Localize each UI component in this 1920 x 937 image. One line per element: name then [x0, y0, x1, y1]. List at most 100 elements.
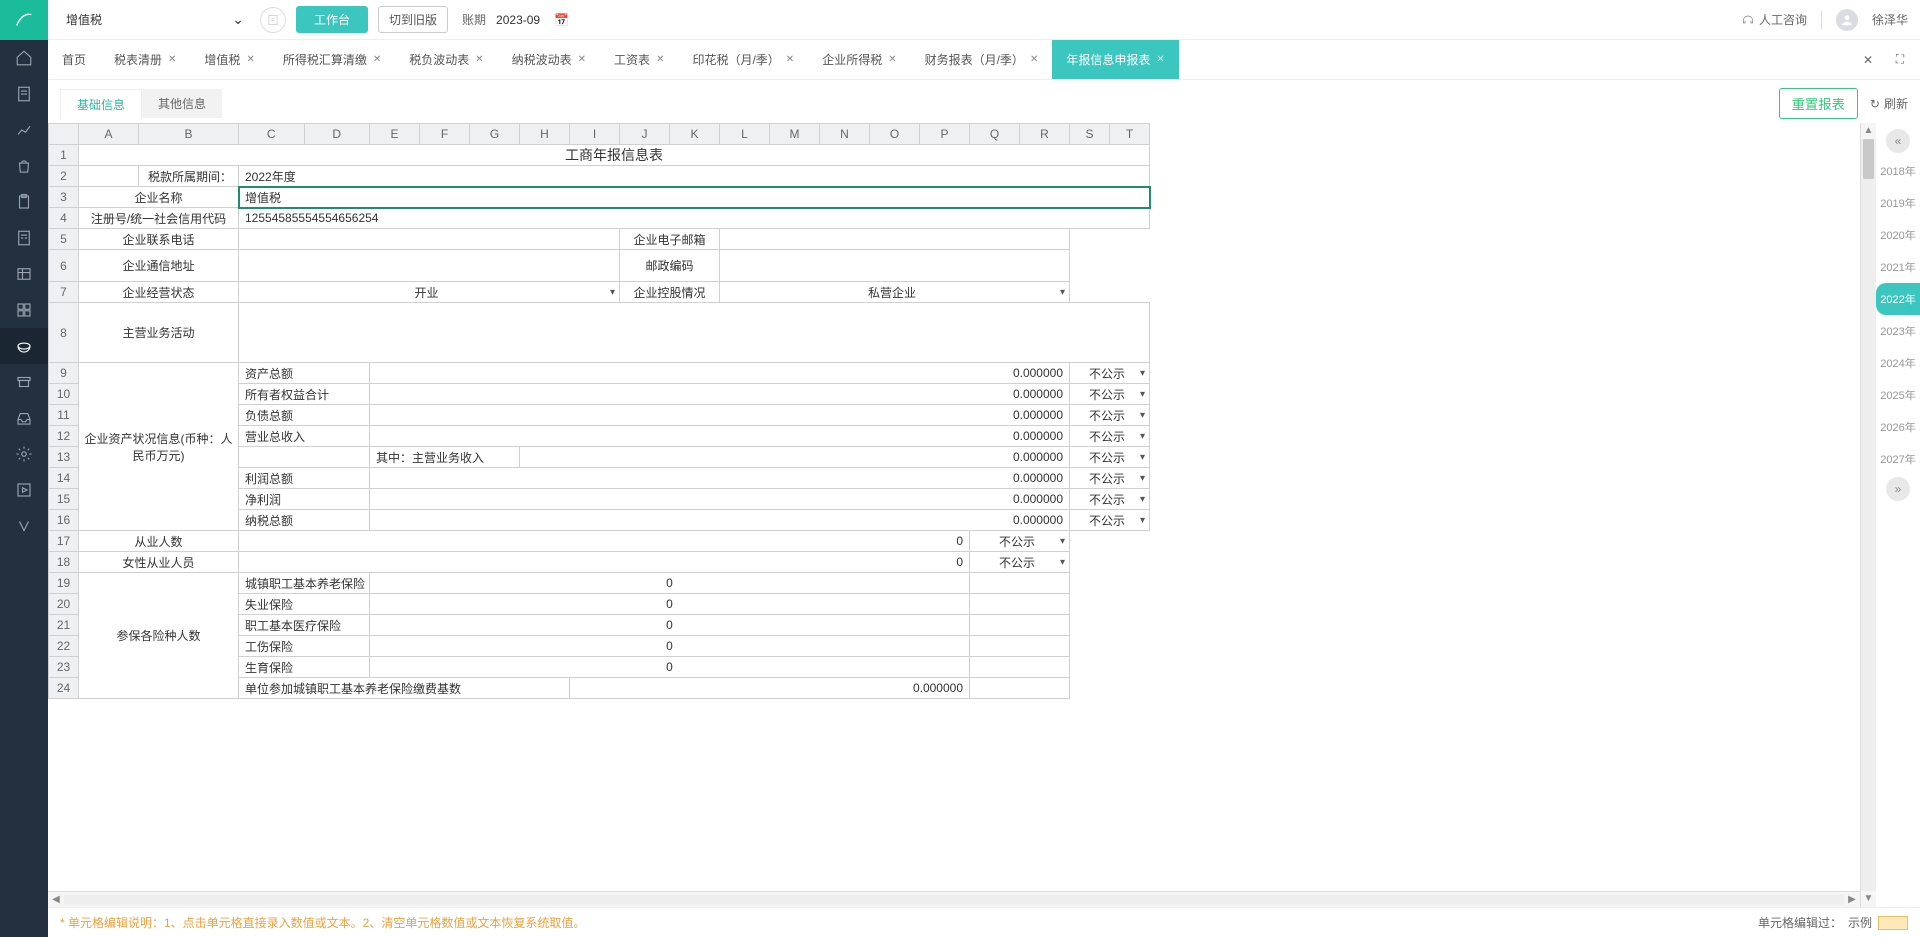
- row-18[interactable]: 18: [49, 552, 79, 573]
- row-21[interactable]: 21: [49, 615, 79, 636]
- tab-close-icon[interactable]: ✕: [246, 54, 254, 65]
- col-M[interactable]: M: [770, 124, 820, 145]
- row-23[interactable]: 23: [49, 657, 79, 678]
- tab-close-icon[interactable]: ✕: [656, 54, 664, 65]
- vertical-scrollbar[interactable]: ▲ ▼: [1860, 123, 1876, 907]
- row-1[interactable]: 1: [49, 145, 79, 166]
- scroll-down-icon[interactable]: ▼: [1861, 891, 1876, 907]
- year-2025年[interactable]: 2025年: [1876, 379, 1920, 411]
- cell-company-name[interactable]: 增值税: [239, 187, 1150, 208]
- col-C[interactable]: C: [239, 124, 305, 145]
- app-logo[interactable]: [0, 0, 48, 40]
- col-E[interactable]: E: [370, 124, 420, 145]
- fullscreen-icon[interactable]: ⛶: [1888, 48, 1912, 72]
- row-14[interactable]: 14: [49, 468, 79, 489]
- close-all-tabs[interactable]: ✕: [1856, 48, 1880, 72]
- row-3[interactable]: 3: [49, 187, 79, 208]
- company-select[interactable]: 增值税 ⌄: [60, 11, 250, 28]
- scroll-up-icon[interactable]: ▲: [1861, 123, 1876, 139]
- col-F[interactable]: F: [420, 124, 470, 145]
- tab-close-icon[interactable]: ✕: [373, 54, 381, 65]
- spreadsheet[interactable]: ABCDEFGHIJKLMNOPQRST1工商年报信息表2税款所属期间：2022…: [48, 123, 1150, 699]
- year-2018年[interactable]: 2018年: [1876, 155, 1920, 187]
- col-N[interactable]: N: [820, 124, 870, 145]
- year-2021年[interactable]: 2021年: [1876, 251, 1920, 283]
- row-24[interactable]: 24: [49, 678, 79, 699]
- row-12[interactable]: 12: [49, 426, 79, 447]
- tab-印花税（月/季）[interactable]: 印花税（月/季）✕: [678, 40, 808, 79]
- year-2022年[interactable]: 2022年: [1876, 283, 1920, 315]
- tab-首页[interactable]: 首页: [48, 40, 100, 79]
- switch-old-button[interactable]: 切到旧版: [378, 6, 448, 33]
- row-15[interactable]: 15: [49, 489, 79, 510]
- nav-home-icon[interactable]: [0, 40, 48, 76]
- row-8[interactable]: 8: [49, 303, 79, 363]
- tab-工资表[interactable]: 工资表✕: [600, 40, 678, 79]
- year-next-icon[interactable]: »: [1886, 477, 1910, 501]
- nav-table-icon[interactable]: [0, 256, 48, 292]
- subtab-other[interactable]: 其他信息: [142, 89, 222, 118]
- tab-财务报表（月/季）[interactable]: 财务报表（月/季）✕: [911, 40, 1053, 79]
- tab-close-icon[interactable]: ✕: [786, 54, 794, 65]
- year-2024年[interactable]: 2024年: [1876, 347, 1920, 379]
- row-9[interactable]: 9: [49, 363, 79, 384]
- col-R[interactable]: R: [1020, 124, 1070, 145]
- row-6[interactable]: 6: [49, 250, 79, 282]
- row-11[interactable]: 11: [49, 405, 79, 426]
- row-13[interactable]: 13: [49, 447, 79, 468]
- col-H[interactable]: H: [520, 124, 570, 145]
- row-16[interactable]: 16: [49, 510, 79, 531]
- row-4[interactable]: 4: [49, 208, 79, 229]
- col-P[interactable]: P: [920, 124, 970, 145]
- tab-所得税汇算清缴[interactable]: 所得税汇算清缴✕: [269, 40, 395, 79]
- tab-增值税[interactable]: 增值税✕: [190, 40, 268, 79]
- col-S[interactable]: S: [1070, 124, 1110, 145]
- nav-v-icon[interactable]: [0, 508, 48, 544]
- col-A[interactable]: A: [79, 124, 139, 145]
- nav-calc-icon[interactable]: [0, 220, 48, 256]
- row-22[interactable]: 22: [49, 636, 79, 657]
- col-B[interactable]: B: [139, 124, 239, 145]
- reset-report-button[interactable]: 重置报表: [1779, 88, 1858, 119]
- period-value[interactable]: 2023-09: [496, 13, 540, 27]
- username[interactable]: 徐泽华: [1872, 11, 1908, 28]
- nav-inbox-icon[interactable]: [0, 400, 48, 436]
- nav-doc-icon[interactable]: [0, 76, 48, 112]
- col-I[interactable]: I: [570, 124, 620, 145]
- row-2[interactable]: 2: [49, 166, 79, 187]
- tab-close-icon[interactable]: ✕: [1030, 54, 1038, 65]
- tab-企业所得税[interactable]: 企业所得税✕: [808, 40, 910, 79]
- row-20[interactable]: 20: [49, 594, 79, 615]
- row-7[interactable]: 7: [49, 282, 79, 303]
- scroll-right-icon[interactable]: ▶: [1844, 894, 1860, 905]
- year-2019年[interactable]: 2019年: [1876, 187, 1920, 219]
- col-K[interactable]: K: [670, 124, 720, 145]
- nav-bag-icon[interactable]: [0, 148, 48, 184]
- tab-close-icon[interactable]: ✕: [888, 54, 896, 65]
- nav-bowl-icon[interactable]: [0, 328, 48, 364]
- nav-play-icon[interactable]: [0, 472, 48, 508]
- calendar-icon[interactable]: 📅: [554, 13, 569, 27]
- year-2023年[interactable]: 2023年: [1876, 315, 1920, 347]
- nav-clipboard-icon[interactable]: [0, 184, 48, 220]
- row-19[interactable]: 19: [49, 573, 79, 594]
- year-prev-icon[interactable]: «: [1886, 129, 1910, 153]
- tab-年报信息申报表[interactable]: 年报信息申报表✕: [1052, 40, 1178, 79]
- year-2027年[interactable]: 2027年: [1876, 443, 1920, 475]
- nav-archive-icon[interactable]: [0, 364, 48, 400]
- col-O[interactable]: O: [870, 124, 920, 145]
- row-5[interactable]: 5: [49, 229, 79, 250]
- tab-税表清册[interactable]: 税表清册✕: [100, 40, 190, 79]
- tab-close-icon[interactable]: ✕: [578, 54, 586, 65]
- nav-settings-icon[interactable]: [0, 436, 48, 472]
- col-T[interactable]: T: [1110, 124, 1150, 145]
- col-L[interactable]: L: [720, 124, 770, 145]
- note-icon-button[interactable]: [260, 7, 286, 33]
- row-17[interactable]: 17: [49, 531, 79, 552]
- col-G[interactable]: G: [470, 124, 520, 145]
- tab-close-icon[interactable]: ✕: [168, 54, 176, 65]
- year-2020年[interactable]: 2020年: [1876, 219, 1920, 251]
- workbench-button[interactable]: 工作台: [296, 6, 368, 33]
- tab-close-icon[interactable]: ✕: [1156, 54, 1164, 65]
- nav-chart-icon[interactable]: [0, 112, 48, 148]
